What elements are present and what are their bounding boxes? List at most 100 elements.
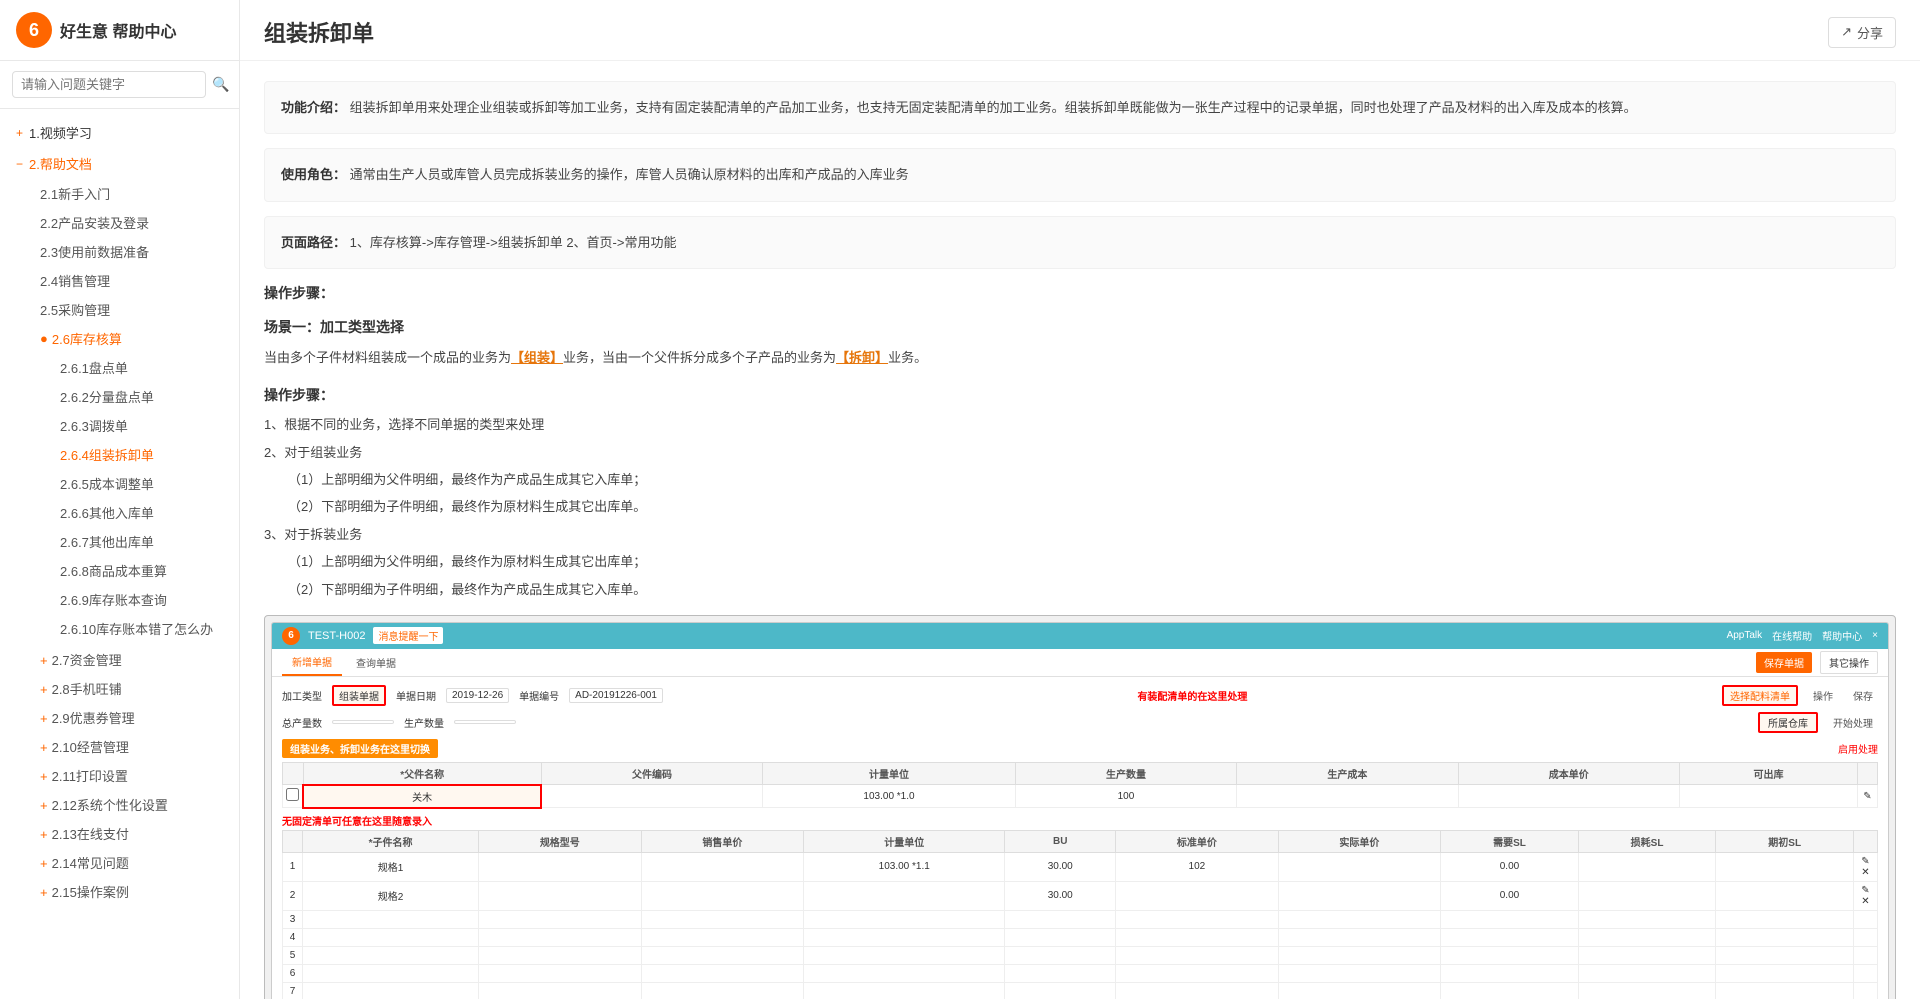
nav-item-2.6.3[interactable]: 2.6.3调拨单 (52, 411, 239, 440)
btn-other-ops[interactable]: 其它操作 (1820, 651, 1878, 674)
cell-cname2[interactable]: 规格2 (303, 881, 479, 910)
r4c4 (804, 928, 1005, 946)
cell-cname1[interactable]: 规格1 (303, 852, 479, 881)
nav-item-2.1[interactable]: 2.1新手入门 (32, 179, 239, 208)
cell-stdp1[interactable]: 102 (1116, 852, 1279, 881)
app-topbar-btn1[interactable]: 消息提醒一下 (373, 627, 443, 644)
cell-init1[interactable] (1716, 852, 1854, 881)
tab-new-order[interactable]: 新增单据 (282, 649, 342, 676)
cell-spec1[interactable] (479, 852, 642, 881)
nav-item-2.10[interactable]: +2.10经营管理 (32, 732, 239, 761)
nav-item-2.11[interactable]: +2.11打印设置 (32, 761, 239, 790)
sidebar-item-video[interactable]: + 1.视频学习 (0, 117, 239, 148)
nav-item-2.4[interactable]: 2.4销售管理 (32, 266, 239, 295)
cell-need2[interactable]: 0.00 (1441, 881, 1579, 910)
r7c5 (1005, 982, 1116, 999)
app-close-icon[interactable]: × (1872, 630, 1878, 641)
nav-item-2.6[interactable]: ●2.6库存核算 (32, 324, 239, 353)
cell-spec2[interactable] (479, 881, 642, 910)
btn-save-order[interactable]: 保存单据 (1756, 652, 1812, 673)
nav-item-2.8[interactable]: +2.8手机旺铺 (32, 674, 239, 703)
r4c10 (1716, 928, 1854, 946)
cell-produce-qty[interactable]: 100 (1015, 785, 1236, 808)
cell-ops1[interactable]: ✎ ✕ (1854, 852, 1878, 881)
nav-item-2.15[interactable]: +2.15操作案例 (32, 877, 239, 906)
share-button[interactable]: ↗ 分享 (1828, 17, 1896, 48)
nav-item-2.2[interactable]: 2.2产品安装及登录 (32, 208, 239, 237)
nav-item-2.3[interactable]: 2.3使用前数据准备 (32, 237, 239, 266)
cell-stdp2[interactable] (1116, 881, 1279, 910)
row7-c1[interactable] (303, 982, 479, 999)
qty-unit-input[interactable] (454, 720, 516, 724)
cell-produce-cost[interactable] (1237, 785, 1458, 808)
cell-bu1[interactable]: 30.00 (1005, 852, 1116, 881)
warehouse-input[interactable]: 所属仓库 (1758, 712, 1818, 733)
cell-sp2[interactable] (641, 881, 804, 910)
col-std-price: 标准单价 (1116, 830, 1279, 852)
nav-item-2.6.4[interactable]: 2.6.4组装拆卸单 (52, 440, 239, 469)
page-header: 组装拆卸单 ↗ 分享 (240, 0, 1920, 61)
nav-item-2.5[interactable]: 2.5采购管理 (32, 295, 239, 324)
nav-item-2.6.9[interactable]: 2.6.9库存账本查询 (52, 585, 239, 614)
cell-init2[interactable] (1716, 881, 1854, 910)
cell-qty-unit[interactable]: 103.00 *1.0 (763, 785, 1016, 808)
cell-bu2[interactable]: 30.00 (1005, 881, 1116, 910)
btn-select-bom[interactable]: 选择配料清单 (1722, 685, 1798, 706)
nav-item-2.6.7[interactable]: 2.6.7其他出库单 (52, 527, 239, 556)
tab-query-order[interactable]: 查询单据 (346, 650, 406, 675)
date-input[interactable]: 2019-12-26 (446, 688, 509, 703)
upper-section: *父件名称 父件编码 计量单位 生产数量 生产成本 成本单价 可出库 (282, 762, 1878, 809)
cell-act[interactable]: ✎ (1858, 785, 1878, 808)
r7c6 (1116, 982, 1279, 999)
row3-c1[interactable] (303, 910, 479, 928)
form-row2: 总产量数 生产数量 所属仓库 开始处理 (282, 712, 1878, 733)
btn-action1[interactable]: 操作 (1808, 687, 1838, 704)
nav-item-2.13[interactable]: +2.13在线支付 (32, 819, 239, 848)
process-type-input[interactable]: 组装单据 (332, 685, 386, 706)
qty-input[interactable] (332, 720, 394, 724)
cell-actp2[interactable] (1278, 881, 1441, 910)
cell-name[interactable]: 关木 (303, 785, 541, 808)
parent-row-1: 关木 103.00 *1.0 100 ✎ (283, 785, 1878, 808)
cell-cost-unit[interactable] (1458, 785, 1679, 808)
cell-unit2[interactable] (804, 881, 1005, 910)
row-checkbox[interactable] (286, 788, 299, 801)
nav-item-2.14[interactable]: +2.14常见问题 (32, 848, 239, 877)
col-produce-cost: 生产成本 (1237, 762, 1458, 785)
search-button[interactable]: 🔍 (212, 76, 229, 93)
nav-item-2.6.5[interactable]: 2.6.5成本调整单 (52, 469, 239, 498)
plus-icon: + (40, 798, 48, 813)
row4-c1[interactable] (303, 928, 479, 946)
nav-item-2.9[interactable]: +2.9优惠券管理 (32, 703, 239, 732)
row6-c1[interactable] (303, 964, 479, 982)
nav-item-2.7[interactable]: +2.7资金管理 (32, 645, 239, 674)
r3c10 (1716, 910, 1854, 928)
sidebar-item-label: 1.视频学习 (29, 123, 92, 142)
nav-item-2.6.1[interactable]: 2.6.1盘点单 (52, 353, 239, 382)
cell-can-out[interactable] (1679, 785, 1857, 808)
nav-item-2.6.8[interactable]: 2.6.8商品成本重算 (52, 556, 239, 585)
cell-unit1[interactable]: 103.00 *1.1 (804, 852, 1005, 881)
r4c6 (1116, 928, 1279, 946)
cell-need1[interactable]: 0.00 (1441, 852, 1579, 881)
cell-checkbox[interactable] (283, 785, 304, 808)
cell-loss1[interactable] (1578, 852, 1716, 881)
nav-item-2.12[interactable]: +2.12系统个性化设置 (32, 790, 239, 819)
nav-item-2.6.2[interactable]: 2.6.2分量盘点单 (52, 382, 239, 411)
parent-table: *父件名称 父件编码 计量单位 生产数量 生产成本 成本单价 可出库 (282, 762, 1878, 809)
number-input[interactable]: AD-20191226-001 (569, 688, 663, 703)
search-input[interactable] (12, 71, 206, 98)
cell-code[interactable] (541, 785, 762, 808)
cell-ops2[interactable]: ✎ ✕ (1854, 881, 1878, 910)
cell-sp1[interactable] (641, 852, 804, 881)
cell-loss2[interactable] (1578, 881, 1716, 910)
btn-action3[interactable]: 开始处理 (1828, 714, 1878, 731)
col-sale-price: 销售单价 (641, 830, 804, 852)
nav-item-2.6.10[interactable]: 2.6.10库存账本错了怎么办 (52, 614, 239, 643)
sidebar-item-help-docs[interactable]: − 2.帮助文档 (0, 148, 239, 179)
cell-actp1[interactable] (1278, 852, 1441, 881)
btn-action2[interactable]: 保存 (1848, 687, 1878, 704)
row5-c1[interactable] (303, 946, 479, 964)
circle-icon: ● (40, 331, 48, 346)
nav-item-2.6.6[interactable]: 2.6.6其他入库单 (52, 498, 239, 527)
